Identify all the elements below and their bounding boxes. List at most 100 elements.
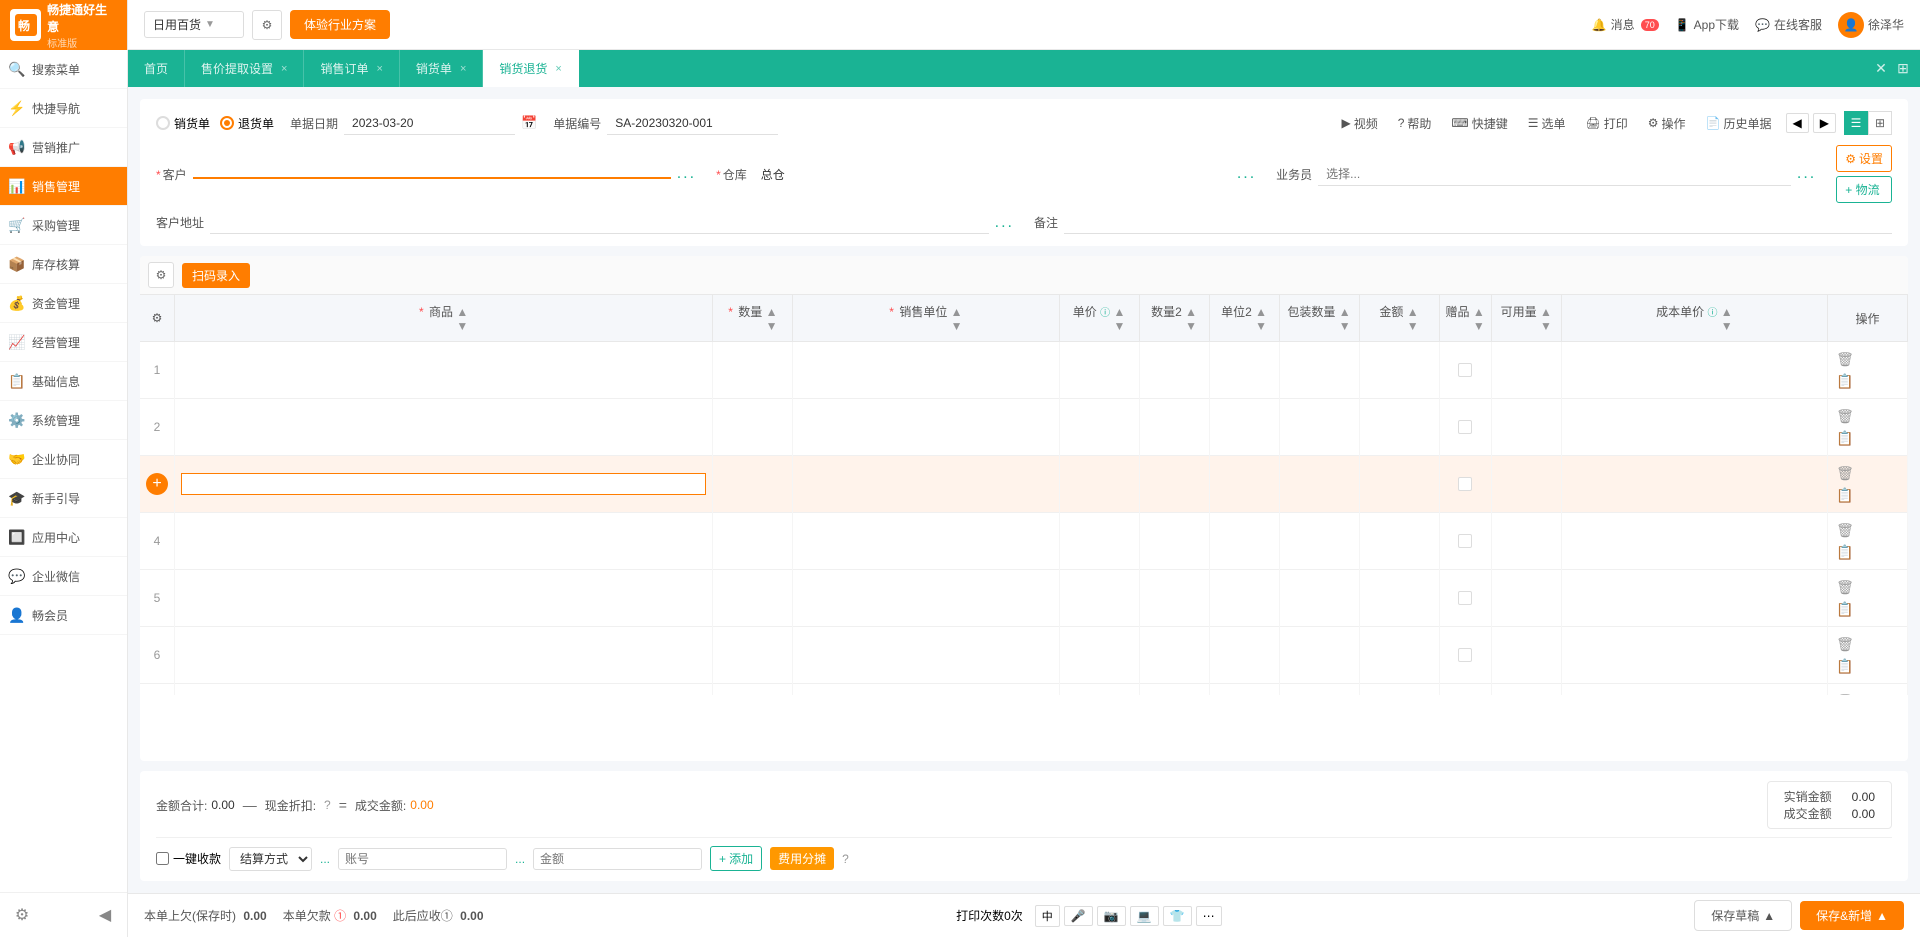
- save-draft-btn[interactable]: 保存草稿 ▲: [1694, 900, 1792, 931]
- gift-cell[interactable]: [1439, 456, 1491, 513]
- radio-return[interactable]: 退货单: [220, 115, 274, 132]
- sort-amount-icon[interactable]: ▲▼: [1407, 305, 1419, 333]
- delete-row-btn[interactable]: 🗑: [1834, 405, 1856, 427]
- nav-prev-btn[interactable]: ◀: [1786, 113, 1809, 133]
- calendar-icon[interactable]: 📅: [521, 115, 537, 131]
- radio-sale[interactable]: 销货单: [156, 115, 210, 132]
- price-cell[interactable]: [1059, 399, 1139, 456]
- settings-panel-btn[interactable]: ⚙ 设置: [1836, 145, 1892, 172]
- tab-price-settings[interactable]: 售价提取设置 ×: [185, 50, 304, 87]
- copy-row-btn[interactable]: 📋: [1834, 541, 1856, 563]
- pkg-qty-cell[interactable]: [1279, 342, 1359, 399]
- available-cell[interactable]: [1491, 456, 1561, 513]
- experience-btn[interactable]: 体验行业方案: [290, 10, 390, 39]
- logistics-btn[interactable]: + 物流: [1836, 176, 1892, 203]
- tab-close-sales-invoice[interactable]: ×: [460, 63, 466, 75]
- add-row-btn[interactable]: +: [146, 473, 168, 495]
- online-service-item[interactable]: 💬 在线客服: [1755, 16, 1822, 33]
- copy-row-btn[interactable]: 📋: [1834, 427, 1856, 449]
- question-icon[interactable]: ?: [324, 798, 331, 812]
- table-settings-btn[interactable]: ⚙: [148, 262, 174, 288]
- grid-view-btn[interactable]: ⊞: [1868, 111, 1892, 135]
- print-shirt-btn[interactable]: 👕: [1163, 906, 1192, 926]
- customer-dots-btn[interactable]: ...: [677, 165, 696, 183]
- quantity-cell[interactable]: [713, 342, 793, 399]
- print-mic-btn[interactable]: 🎤: [1064, 906, 1093, 926]
- toolbar-history[interactable]: 📄 历史单据: [1700, 112, 1778, 135]
- product-cell[interactable]: [175, 399, 713, 456]
- sidebar-item-app-center[interactable]: 🔲 应用中心: [0, 518, 127, 557]
- one-click-checkbox[interactable]: [156, 852, 169, 865]
- delete-row-btn[interactable]: 🗑: [1834, 690, 1856, 695]
- sidebar-item-basic-info[interactable]: 📋 基础信息: [0, 362, 127, 401]
- sort-avail-icon[interactable]: ▲▼: [1540, 305, 1552, 333]
- toolbar-operate[interactable]: ⚙ 操作: [1642, 112, 1692, 135]
- sort-gift-icon[interactable]: ▲▼: [1473, 305, 1485, 333]
- save-new-btn[interactable]: 保存&新增 ▲: [1800, 901, 1904, 930]
- delete-row-btn[interactable]: 🗑: [1834, 462, 1856, 484]
- sidebar-item-sys-settings[interactable]: ⚙️ 系统管理: [0, 401, 127, 440]
- cost-price-cell[interactable]: [1561, 342, 1827, 399]
- payment-amount-input[interactable]: [533, 848, 702, 870]
- header-settings-btn[interactable]: ⚙: [252, 10, 282, 40]
- print-monitor-btn[interactable]: 💻: [1130, 906, 1159, 926]
- print-more-btn[interactable]: ⋯: [1196, 906, 1222, 926]
- print-shortcut-btn[interactable]: 中: [1035, 905, 1060, 927]
- address-dots-btn[interactable]: ...: [995, 214, 1014, 232]
- product-cell[interactable]: [175, 342, 713, 399]
- sidebar-item-enterprise[interactable]: 🤝 企业协同: [0, 440, 127, 479]
- doc-no-input[interactable]: [607, 112, 778, 135]
- delete-row-btn[interactable]: 🗑: [1834, 519, 1856, 541]
- sidebar-item-purchase-mgmt[interactable]: 🛒 采购管理: [0, 206, 127, 245]
- expense-help-icon[interactable]: ?: [842, 852, 849, 866]
- salesperson-input[interactable]: [1318, 163, 1791, 186]
- quantity-cell[interactable]: [713, 399, 793, 456]
- column-settings-icon[interactable]: ⚙: [152, 311, 163, 325]
- gift-checkbox[interactable]: [1458, 591, 1472, 605]
- cost-price-cell[interactable]: [1561, 399, 1827, 456]
- gift-checkbox[interactable]: [1458, 648, 1472, 662]
- sidebar-item-new-guide[interactable]: 🎓 新手引导: [0, 479, 127, 518]
- sort-unit2-icon[interactable]: ▲▼: [1255, 305, 1267, 333]
- qty2-cell[interactable]: [1139, 456, 1209, 513]
- toolbar-select[interactable]: ☰ 选单: [1522, 112, 1572, 135]
- toolbar-video[interactable]: ▶ 视频: [1335, 112, 1383, 135]
- add-expense-btn[interactable]: + 添加: [710, 846, 762, 871]
- tab-close-sales-order[interactable]: ×: [376, 63, 382, 75]
- pkg-qty-cell[interactable]: [1279, 399, 1359, 456]
- sort-pkg-icon[interactable]: ▲▼: [1339, 305, 1351, 333]
- amount-cell[interactable]: [1359, 456, 1439, 513]
- warehouse-value[interactable]: 总仓: [753, 162, 1231, 187]
- customer-input-area[interactable]: [193, 169, 671, 179]
- price-cell[interactable]: [1059, 456, 1139, 513]
- scan-btn[interactable]: 扫码录入: [182, 263, 250, 288]
- tab-sales-order[interactable]: 销售订单 ×: [304, 50, 399, 87]
- copy-row-btn[interactable]: 📋: [1834, 598, 1856, 620]
- sort-product-icon[interactable]: ▲▼: [456, 305, 468, 333]
- calc-method-select[interactable]: 结算方式: [229, 847, 312, 871]
- cost-price-cell[interactable]: [1561, 456, 1827, 513]
- sidebar-item-member[interactable]: 👤 畅会员: [0, 596, 127, 635]
- print-cam-btn[interactable]: 📷: [1097, 906, 1126, 926]
- breadcrumb-select[interactable]: 日用百货 ▼: [144, 11, 244, 38]
- gift-cell[interactable]: [1439, 342, 1491, 399]
- copy-row-btn[interactable]: 📋: [1834, 655, 1856, 677]
- note-input[interactable]: [1064, 211, 1892, 234]
- user-profile[interactable]: 👤 徐泽华: [1838, 12, 1904, 38]
- gift-checkbox[interactable]: [1458, 420, 1472, 434]
- account-dots-btn[interactable]: ...: [515, 852, 525, 866]
- expense-split-btn[interactable]: 费用分摊: [770, 847, 834, 870]
- gift-cell[interactable]: [1439, 399, 1491, 456]
- copy-row-btn[interactable]: 📋: [1834, 484, 1856, 506]
- gift-checkbox[interactable]: [1458, 363, 1472, 377]
- sort-price-icon[interactable]: ▲▼: [1113, 305, 1125, 333]
- sidebar-item-search-menu[interactable]: 🔍 搜索菜单: [0, 50, 127, 89]
- warehouse-dots-btn[interactable]: ...: [1237, 165, 1256, 183]
- sidebar-item-inventory[interactable]: 📦 库存核算: [0, 245, 127, 284]
- sort-qty-icon[interactable]: ▲▼: [766, 305, 778, 333]
- sidebar-item-ops-mgmt[interactable]: 📈 经营管理: [0, 323, 127, 362]
- unit2-cell[interactable]: [1209, 342, 1279, 399]
- notification-item[interactable]: 🔔 消息 70: [1592, 16, 1659, 33]
- available-cell[interactable]: [1491, 399, 1561, 456]
- date-input[interactable]: [344, 112, 515, 135]
